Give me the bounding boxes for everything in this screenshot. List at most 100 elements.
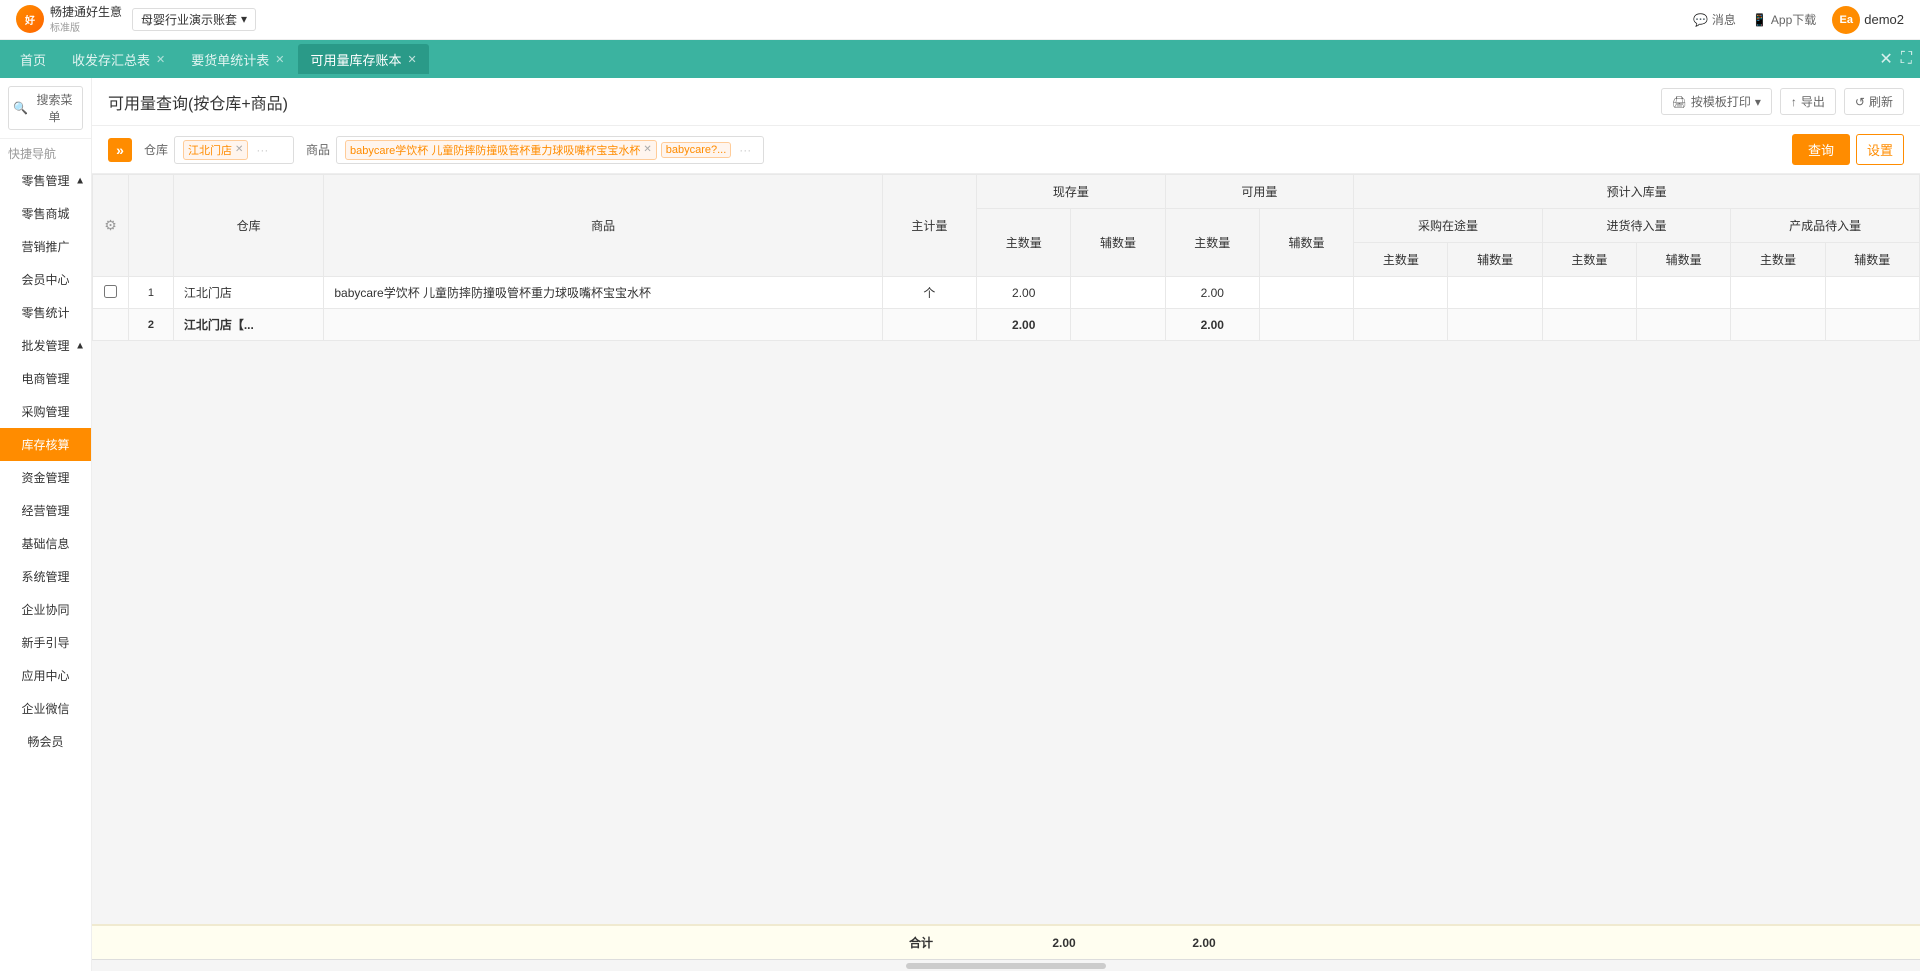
sidebar-item-retail-mall-label: 零售商城 xyxy=(21,205,69,222)
row2-available-main: 2.00 xyxy=(1165,309,1259,341)
avatar-text: Ea xyxy=(1840,14,1853,26)
industry-selector[interactable]: 母婴行业演示账套 ▾ xyxy=(132,8,256,31)
settings-btn[interactable]: 设置 xyxy=(1856,134,1904,165)
row1-product: babycare学饮杯 儿童防摔防撞吸管杯重力球吸嘴杯宝宝水杯 xyxy=(324,277,882,309)
sidebar-wholesale-expand-icon: ▲ xyxy=(75,340,85,351)
filter-action-buttons: 查询 设置 xyxy=(1792,134,1904,165)
sidebar-retail-expand-icon: ▲ xyxy=(75,175,85,186)
row1-checkbox[interactable] xyxy=(93,277,129,309)
warehouse-input[interactable]: 江北门店 ✕ ··· xyxy=(174,136,294,164)
sidebar-item-operations[interactable]: 经营管理 xyxy=(0,494,91,527)
th-incoming-main: 主数量 xyxy=(1542,243,1636,277)
summary-current-main: 2.00 xyxy=(1029,936,1099,950)
sidebar-item-appstore-label: 应用中心 xyxy=(21,667,69,684)
expand-icon: » xyxy=(116,142,124,158)
row2-current-main: 2.00 xyxy=(977,309,1071,341)
row2-current-aux xyxy=(1071,309,1165,341)
sidebar-item-member2[interactable]: 畅会员 xyxy=(0,725,91,758)
table-row: 2 江北门店【... 2.00 2.00 xyxy=(93,309,1920,341)
tab-receivable-close[interactable]: ✕ xyxy=(156,53,165,66)
table-row: 1 江北门店 babycare学饮杯 儿童防摔防撞吸管杯重力球吸嘴杯宝宝水杯 个… xyxy=(93,277,1920,309)
summary-available-main: 2.00 xyxy=(1169,936,1239,950)
sidebar-item-ecommerce[interactable]: 电商管理 xyxy=(0,362,91,395)
row2-production-main xyxy=(1731,309,1825,341)
sidebar-item-newbie-label: 新手引导 xyxy=(21,634,69,651)
sidebar-item-retail-stats[interactable]: 零售统计 xyxy=(0,296,91,329)
tab-receivable[interactable]: 收发存汇总表 ✕ xyxy=(60,44,177,74)
row2-purchase-main xyxy=(1354,309,1448,341)
scroll-thumb[interactable] xyxy=(906,963,1106,969)
print-label: 按模板打印 xyxy=(1691,93,1751,110)
print-icon: 🖨 xyxy=(1672,95,1687,109)
sidebar-item-wholesale-label: 批发管理 xyxy=(21,337,69,354)
refresh-btn[interactable]: ↺ 刷新 xyxy=(1844,88,1904,115)
row1-num: 1 xyxy=(129,277,174,309)
row2-warehouse: 江北门店【... xyxy=(173,309,324,341)
tab-bar: 首页 收发存汇总表 ✕ 要货单统计表 ✕ 可用量库存账本 ✕ ✕ ⛶ xyxy=(0,40,1920,78)
row1-current-main: 2.00 xyxy=(977,277,1071,309)
sidebar-item-inventory-label: 库存核算 xyxy=(21,436,69,453)
row1-incoming-aux xyxy=(1637,277,1731,309)
row2-available-aux xyxy=(1259,309,1353,341)
product-tag-1-close[interactable]: ✕ xyxy=(643,144,651,155)
sidebar-item-finance[interactable]: 资金管理 xyxy=(0,461,91,494)
tab-close-all-icon[interactable]: ✕ xyxy=(1879,49,1892,69)
app-download-label: App下载 xyxy=(1771,11,1816,28)
filter-expand-btn[interactable]: » xyxy=(108,138,132,162)
th-purchase-main: 主数量 xyxy=(1354,243,1448,277)
tab-expand-icon[interactable]: ⛶ xyxy=(1901,50,1912,68)
th-forecast: 预计入库量 xyxy=(1354,175,1920,209)
logo-area: 好 畅捷通好生意 标准版 xyxy=(16,5,122,34)
th-available: 可用量 xyxy=(1165,175,1354,209)
sidebar-item-newbie[interactable]: 新手引导 xyxy=(0,626,91,659)
query-btn[interactable]: 查询 xyxy=(1792,134,1850,165)
warehouse-tag-close[interactable]: ✕ xyxy=(235,144,243,155)
sidebar-item-inventory[interactable]: 库存核算 xyxy=(0,428,91,461)
sidebar-item-member[interactable]: 会员中心 xyxy=(0,263,91,296)
col-settings-icon[interactable]: ⚙ xyxy=(104,217,117,233)
product-tag-1: babycare学饮杯 儿童防摔防撞吸管杯重力球吸嘴杯宝宝水杯 ✕ xyxy=(345,140,657,160)
row1-production-aux xyxy=(1825,277,1919,309)
industry-label: 母婴行业演示账套 xyxy=(141,11,237,28)
warehouse-more-icon[interactable]: ··· xyxy=(252,143,272,157)
top-bar: 好 畅捷通好生意 标准版 母婴行业演示账套 ▾ 💬 消息 📱 App下载 Ea … xyxy=(0,0,1920,40)
sidebar-item-wechat[interactable]: 企业微信 xyxy=(0,692,91,725)
settings-col-header: ⚙ xyxy=(93,175,129,277)
th-row-num xyxy=(129,175,174,277)
th-current-stock: 现存量 xyxy=(977,175,1166,209)
row1-check[interactable] xyxy=(104,285,117,298)
print-btn[interactable]: 🖨 按模板打印 ▾ xyxy=(1661,88,1772,115)
th-current-main: 主数量 xyxy=(977,209,1071,277)
sidebar: 🔍 搜索菜单 快捷导航 零售管理 ▲ 零售商城 营销推广 会员中心 零售统计 批… xyxy=(0,78,92,971)
sidebar-item-marketing-label: 营销推广 xyxy=(21,238,69,255)
sidebar-item-retail-mall[interactable]: 零售商城 xyxy=(0,197,91,230)
row1-purchase-aux xyxy=(1448,277,1542,309)
sidebar-item-retail[interactable]: 零售管理 ▲ xyxy=(0,164,91,197)
sidebar-item-basic[interactable]: 基础信息 xyxy=(0,527,91,560)
sidebar-item-marketing[interactable]: 营销推广 xyxy=(0,230,91,263)
sidebar-item-enterprise[interactable]: 企业协同 xyxy=(0,593,91,626)
sidebar-item-purchase[interactable]: 采购管理 xyxy=(0,395,91,428)
product-filter: 商品 babycare学饮杯 儿童防摔防撞吸管杯重力球吸嘴杯宝宝水杯 ✕ bab… xyxy=(306,136,764,164)
message-btn[interactable]: 💬 消息 xyxy=(1693,11,1736,28)
user-area[interactable]: Ea demo2 xyxy=(1832,6,1904,34)
sidebar-search-btn[interactable]: 🔍 搜索菜单 xyxy=(8,86,83,130)
row2-product xyxy=(324,309,882,341)
tab-available-stock-close[interactable]: ✕ xyxy=(408,53,417,66)
sidebar-item-finance-label: 资金管理 xyxy=(21,469,69,486)
sidebar-item-basic-label: 基础信息 xyxy=(21,535,69,552)
app-download-btn[interactable]: 📱 App下载 xyxy=(1752,11,1816,28)
horizontal-scrollbar[interactable] xyxy=(92,959,1920,971)
tab-order-stats-close[interactable]: ✕ xyxy=(275,53,284,66)
product-input[interactable]: babycare学饮杯 儿童防摔防撞吸管杯重力球吸嘴杯宝宝水杯 ✕ babyca… xyxy=(336,136,764,164)
row2-checkbox[interactable] xyxy=(93,309,129,341)
sidebar-item-appstore[interactable]: 应用中心 xyxy=(0,659,91,692)
tab-available-stock[interactable]: 可用量库存账本 ✕ xyxy=(298,44,428,74)
tab-order-stats[interactable]: 要货单统计表 ✕ xyxy=(179,44,296,74)
sidebar-item-member2-label: 畅会员 xyxy=(27,733,63,750)
tab-home[interactable]: 首页 xyxy=(8,44,58,74)
product-more-icon[interactable]: ··· xyxy=(735,143,755,157)
export-btn[interactable]: ↑ 导出 xyxy=(1780,88,1836,115)
sidebar-item-system[interactable]: 系统管理 xyxy=(0,560,91,593)
sidebar-item-wholesale[interactable]: 批发管理 ▲ xyxy=(0,329,91,362)
